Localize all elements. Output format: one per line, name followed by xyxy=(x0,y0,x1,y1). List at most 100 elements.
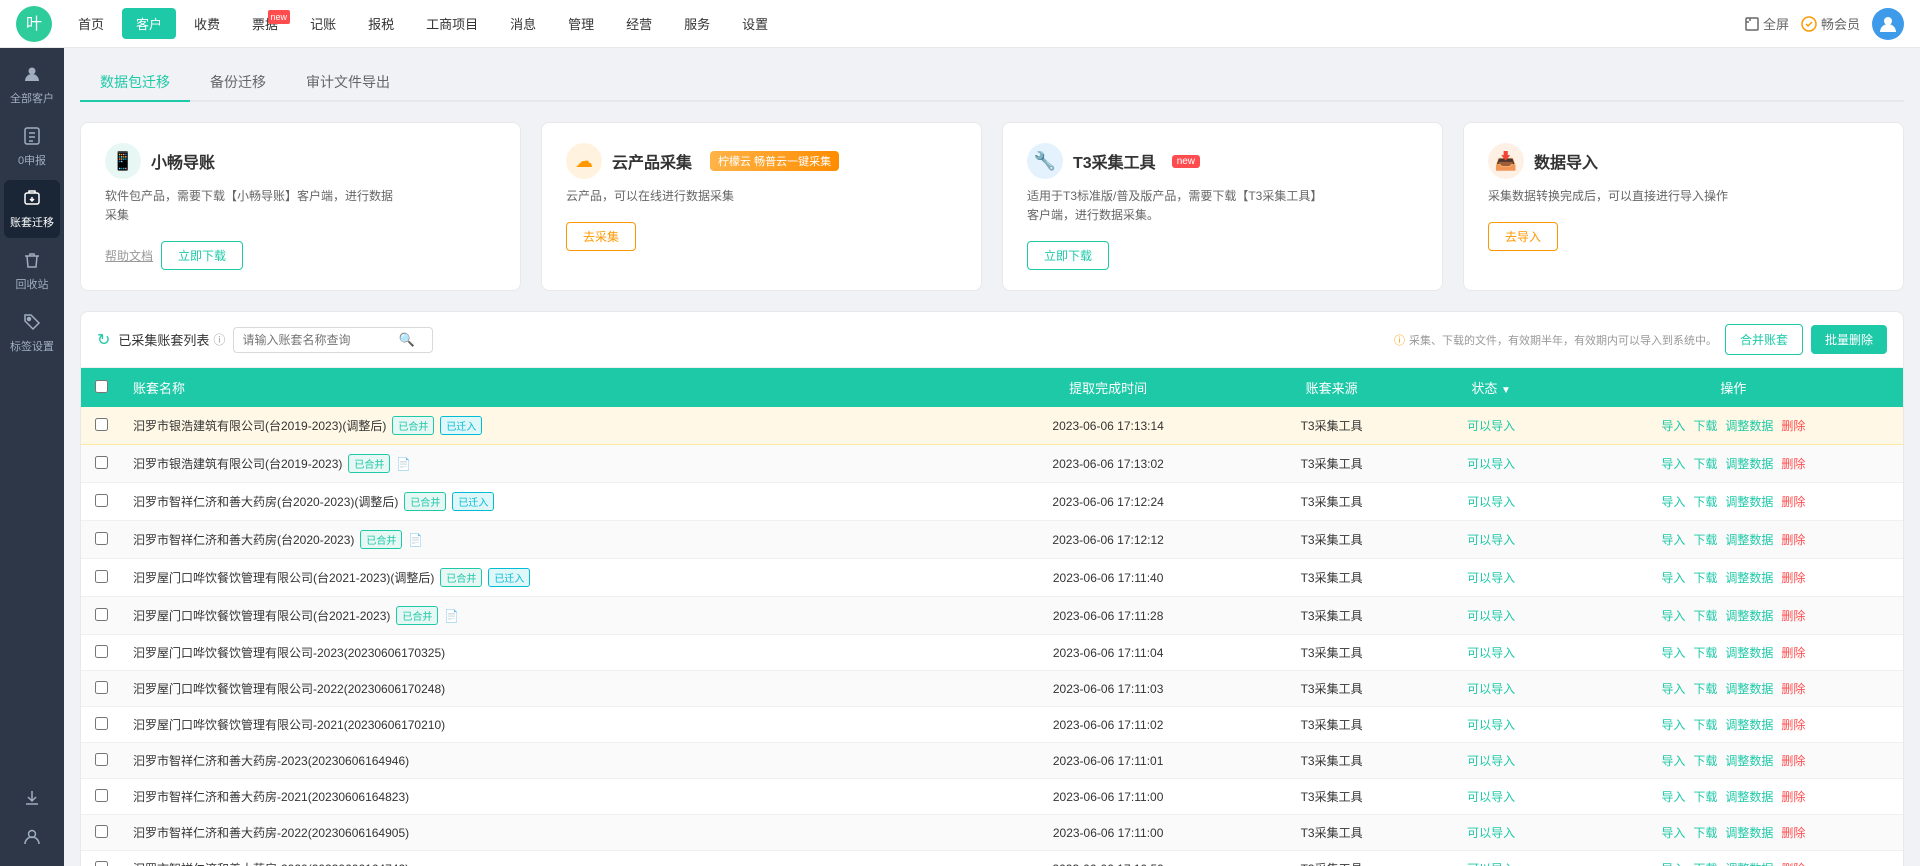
row-checkbox[interactable] xyxy=(95,532,108,545)
delete-action[interactable]: 删除 xyxy=(1781,824,1805,841)
adjust-data-action[interactable]: 调整数据 xyxy=(1725,716,1773,733)
row-checkbox[interactable] xyxy=(95,608,108,621)
import-action[interactable]: 导入 xyxy=(1661,493,1685,510)
sidebar-item-download[interactable] xyxy=(4,780,60,819)
row-checkbox[interactable] xyxy=(95,861,108,866)
download-action[interactable]: 下载 xyxy=(1693,860,1717,866)
t3-download-button[interactable]: 立即下载 xyxy=(1027,241,1109,270)
merge-accounts-button[interactable]: 合并账套 xyxy=(1725,324,1803,355)
download-action[interactable]: 下载 xyxy=(1693,569,1717,586)
user-avatar[interactable] xyxy=(1872,8,1904,40)
cloud-collect-button[interactable]: 去采集 xyxy=(566,222,636,251)
download-action[interactable]: 下载 xyxy=(1693,716,1717,733)
tab-backup-migrate[interactable]: 备份迁移 xyxy=(190,64,286,102)
row-checkbox[interactable] xyxy=(95,717,108,730)
tab-data-migrate[interactable]: 数据包迁移 xyxy=(80,64,190,102)
row-checkbox[interactable] xyxy=(95,645,108,658)
select-all-checkbox[interactable] xyxy=(95,380,108,393)
sidebar-item-user[interactable] xyxy=(4,819,60,858)
delete-action[interactable]: 删除 xyxy=(1781,417,1805,434)
adjust-data-action[interactable]: 调整数据 xyxy=(1725,493,1773,510)
sidebar-item-tags[interactable]: 标签设置 xyxy=(4,304,60,362)
nav-message[interactable]: 消息 xyxy=(496,8,550,39)
file-icon[interactable]: 📄 xyxy=(444,609,459,623)
adjust-data-action[interactable]: 调整数据 xyxy=(1725,860,1773,866)
download-action[interactable]: 下载 xyxy=(1693,680,1717,697)
import-action[interactable]: 导入 xyxy=(1661,824,1685,841)
import-action[interactable]: 导入 xyxy=(1661,644,1685,661)
delete-action[interactable]: 删除 xyxy=(1781,860,1805,866)
download-action[interactable]: 下载 xyxy=(1693,788,1717,805)
nav-customer[interactable]: 客户 xyxy=(122,8,176,39)
refresh-icon[interactable]: ↻ xyxy=(97,330,110,350)
adjust-data-action[interactable]: 调整数据 xyxy=(1725,788,1773,805)
nav-home[interactable]: 首页 xyxy=(64,8,118,39)
file-icon[interactable]: 📄 xyxy=(396,457,411,471)
delete-action[interactable]: 删除 xyxy=(1781,531,1805,548)
delete-action[interactable]: 删除 xyxy=(1781,493,1805,510)
nav-operation[interactable]: 经营 xyxy=(612,8,666,39)
search-icon[interactable]: 🔍 xyxy=(398,332,414,348)
import-action[interactable]: 导入 xyxy=(1661,788,1685,805)
adjust-data-action[interactable]: 调整数据 xyxy=(1725,824,1773,841)
fullscreen-button[interactable]: 全屏 xyxy=(1745,14,1789,33)
import-action[interactable]: 导入 xyxy=(1661,417,1685,434)
adjust-data-action[interactable]: 调整数据 xyxy=(1725,607,1773,624)
nav-settings[interactable]: 设置 xyxy=(728,8,782,39)
download-action[interactable]: 下载 xyxy=(1693,531,1717,548)
tab-audit-export[interactable]: 审计文件导出 xyxy=(286,64,410,102)
delete-action[interactable]: 删除 xyxy=(1781,716,1805,733)
download-action[interactable]: 下载 xyxy=(1693,644,1717,661)
member-button[interactable]: 畅会员 xyxy=(1801,14,1860,33)
delete-action[interactable]: 删除 xyxy=(1781,788,1805,805)
adjust-data-action[interactable]: 调整数据 xyxy=(1725,680,1773,697)
nav-tax[interactable]: 报税 xyxy=(354,8,408,39)
download-action[interactable]: 下载 xyxy=(1693,824,1717,841)
status-filter-icon[interactable]: ▼ xyxy=(1501,385,1511,396)
row-checkbox[interactable] xyxy=(95,825,108,838)
import-action[interactable]: 导入 xyxy=(1661,455,1685,472)
import-action[interactable]: 导入 xyxy=(1661,860,1685,866)
nav-manage[interactable]: 管理 xyxy=(554,8,608,39)
delete-action[interactable]: 删除 xyxy=(1781,680,1805,697)
search-input[interactable] xyxy=(242,333,392,347)
adjust-data-action[interactable]: 调整数据 xyxy=(1725,752,1773,769)
sidebar-item-zero-report[interactable]: 0申报 xyxy=(4,118,60,176)
nav-fee[interactable]: 收费 xyxy=(180,8,234,39)
download-action[interactable]: 下载 xyxy=(1693,455,1717,472)
import-action[interactable]: 导入 xyxy=(1661,716,1685,733)
row-checkbox[interactable] xyxy=(95,418,108,431)
row-checkbox[interactable] xyxy=(95,570,108,583)
dataimport-goto-button[interactable]: 去导入 xyxy=(1488,222,1558,251)
nav-invoice[interactable]: 票据new xyxy=(238,8,292,39)
sidebar-item-all-customers[interactable]: 全部客户 xyxy=(4,56,60,114)
adjust-data-action[interactable]: 调整数据 xyxy=(1725,417,1773,434)
adjust-data-action[interactable]: 调整数据 xyxy=(1725,455,1773,472)
download-action[interactable]: 下载 xyxy=(1693,417,1717,434)
sidebar-item-account-migrate[interactable]: 账套迁移 xyxy=(4,180,60,238)
delete-action[interactable]: 删除 xyxy=(1781,569,1805,586)
download-action[interactable]: 下载 xyxy=(1693,752,1717,769)
adjust-data-action[interactable]: 调整数据 xyxy=(1725,569,1773,586)
row-checkbox[interactable] xyxy=(95,753,108,766)
app-logo[interactable]: 叶 xyxy=(16,6,52,42)
row-checkbox[interactable] xyxy=(95,789,108,802)
import-action[interactable]: 导入 xyxy=(1661,569,1685,586)
delete-action[interactable]: 删除 xyxy=(1781,752,1805,769)
info-icon[interactable]: ⓘ xyxy=(213,331,225,348)
import-action[interactable]: 导入 xyxy=(1661,680,1685,697)
delete-action[interactable]: 删除 xyxy=(1781,607,1805,624)
row-checkbox[interactable] xyxy=(95,681,108,694)
xiaochang-download-button[interactable]: 立即下载 xyxy=(161,241,243,270)
download-action[interactable]: 下载 xyxy=(1693,607,1717,624)
adjust-data-action[interactable]: 调整数据 xyxy=(1725,531,1773,548)
import-action[interactable]: 导入 xyxy=(1661,531,1685,548)
batch-delete-button[interactable]: 批量删除 xyxy=(1811,325,1887,354)
row-checkbox[interactable] xyxy=(95,494,108,507)
xiaochang-help-link[interactable]: 帮助文档 xyxy=(105,247,153,264)
row-checkbox[interactable] xyxy=(95,456,108,469)
file-icon[interactable]: 📄 xyxy=(408,533,423,547)
nav-accounting[interactable]: 记账 xyxy=(296,8,350,39)
nav-service[interactable]: 服务 xyxy=(670,8,724,39)
delete-action[interactable]: 删除 xyxy=(1781,455,1805,472)
